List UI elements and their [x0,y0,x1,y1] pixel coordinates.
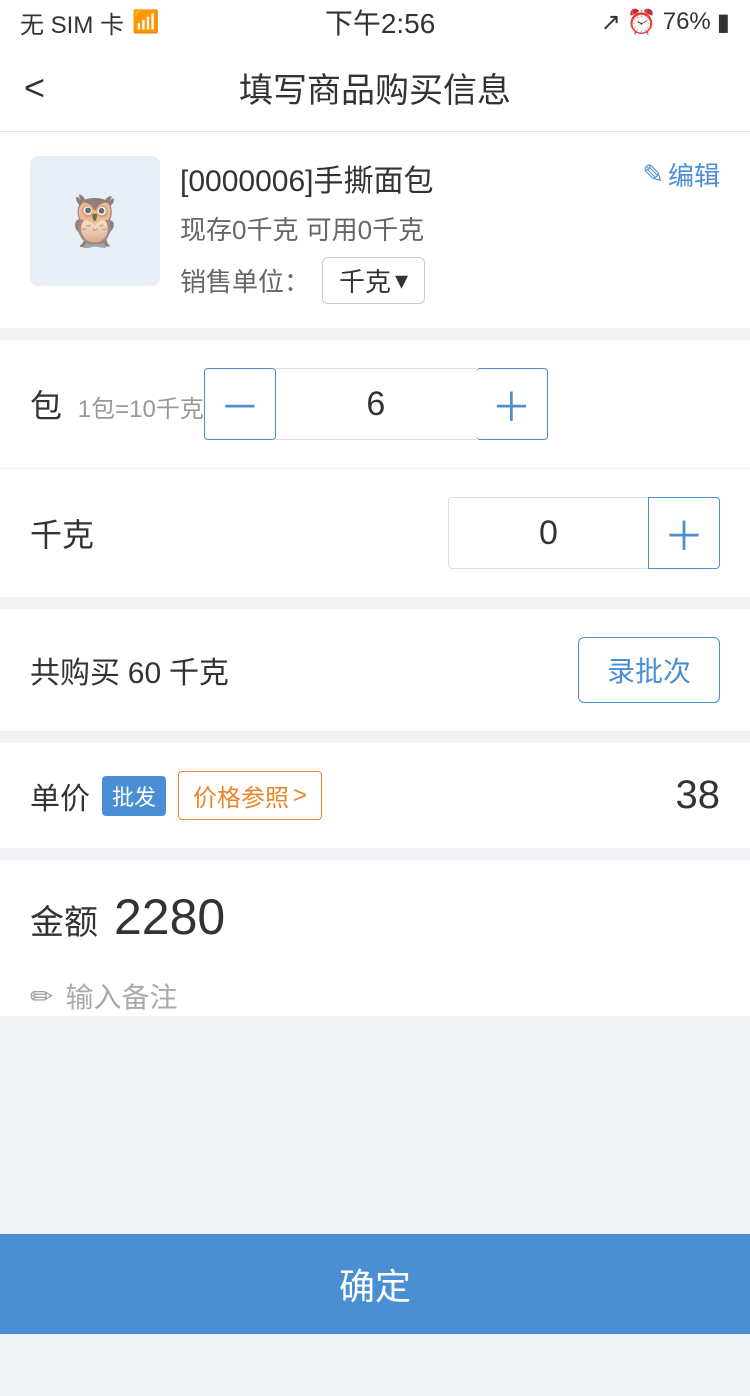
price-left: 单价 批发 价格参照 > [30,771,322,820]
edit-button[interactable]: ✎ 编辑 [642,156,720,193]
wifi-icon [132,8,159,36]
edit-label: 编辑 [668,156,720,193]
batch-button[interactable]: 录批次 [578,637,720,703]
back-button[interactable]: < [24,67,45,109]
confirm-bar[interactable]: 确定 [0,1234,750,1334]
bao-decrement-button[interactable]: － [204,368,276,440]
total-unit: 千克 [169,657,229,690]
price-row: 单价 批发 价格参照 > 38 [30,771,720,820]
bao-hint: 1包=10千克 [78,396,204,423]
product-logo-icon: 🦉 [64,192,126,251]
amount-value: 2280 [114,888,225,946]
kg-label: 千克 [30,510,448,556]
total-amount: 60 [128,657,161,690]
product-stock: 现存0千克 可用0千克 [180,210,720,247]
product-name: [0000006]手撕面包 [180,156,720,200]
bao-label: 包 1包=10千克 [30,381,204,427]
page-title: 填写商品购买信息 [239,63,511,112]
sim-label: 无 SIM 卡 [20,5,124,40]
price-ref-arrow-icon: > [293,782,307,810]
price-section: 单价 批发 价格参照 > 38 [0,743,750,848]
price-value: 38 [676,773,721,818]
signal-icon: ↗ [601,8,621,37]
status-time: 下午2:56 [325,2,436,42]
bao-qty-controls: － ＋ [204,368,548,440]
kg-quantity-row: 千克 ＋ [0,469,750,597]
kg-quantity-input[interactable] [448,497,648,569]
battery-icon: ▮ [717,8,730,37]
bao-quantity-input[interactable] [276,368,476,440]
product-image: 🦉 [30,156,160,286]
amount-label: 金额 [30,895,98,944]
product-card: 🦉 [0000006]手撕面包 现存0千克 可用0千克 销售单位： 千克 ▾ ✎… [0,132,750,328]
product-info: [0000006]手撕面包 现存0千克 可用0千克 销售单位： 千克 ▾ [180,156,720,304]
remark-placeholder[interactable]: 输入备注 [65,976,177,1016]
unit-chevron-icon: ▾ [395,265,408,296]
price-label: 单价 [30,774,90,818]
alarm-icon: ⏰ [627,8,657,37]
total-row: 共购买 60 千克 录批次 [0,609,750,731]
price-ref-button[interactable]: 价格参照 > [178,771,322,820]
amount-section: 金额 2280 ✏ 输入备注 [0,860,750,1016]
pencil-icon: ✏ [30,980,53,1013]
status-bar: 无 SIM 卡 下午2:56 ↗ ⏰ 76% ▮ [0,0,750,44]
status-right: ↗ ⏰ 76% ▮ [601,8,730,37]
content-area [0,1016,750,1396]
bao-quantity-row: 包 1包=10千克 － ＋ [0,340,750,469]
price-tag: 批发 [102,776,166,816]
bao-increment-button[interactable]: ＋ [476,368,548,440]
status-left: 无 SIM 卡 [20,5,159,40]
price-ref-label: 价格参照 [193,778,289,813]
total-label: 共购买 60 千克 [30,648,229,692]
battery-label: 76% [663,8,711,36]
kg-qty-controls: ＋ [448,497,720,569]
nav-bar: < 填写商品购买信息 [0,44,750,132]
product-unit-row: 销售单位： 千克 ▾ [180,257,720,304]
kg-increment-button[interactable]: ＋ [648,497,720,569]
unit-label: 销售单位： [180,262,310,299]
confirm-button[interactable]: 确定 [339,1258,411,1310]
edit-icon: ✎ [642,159,664,190]
unit-select[interactable]: 千克 ▾ [322,257,425,304]
remark-row: ✏ 输入备注 [30,976,720,1016]
quantity-section: 包 1包=10千克 － ＋ 千克 ＋ [0,340,750,597]
